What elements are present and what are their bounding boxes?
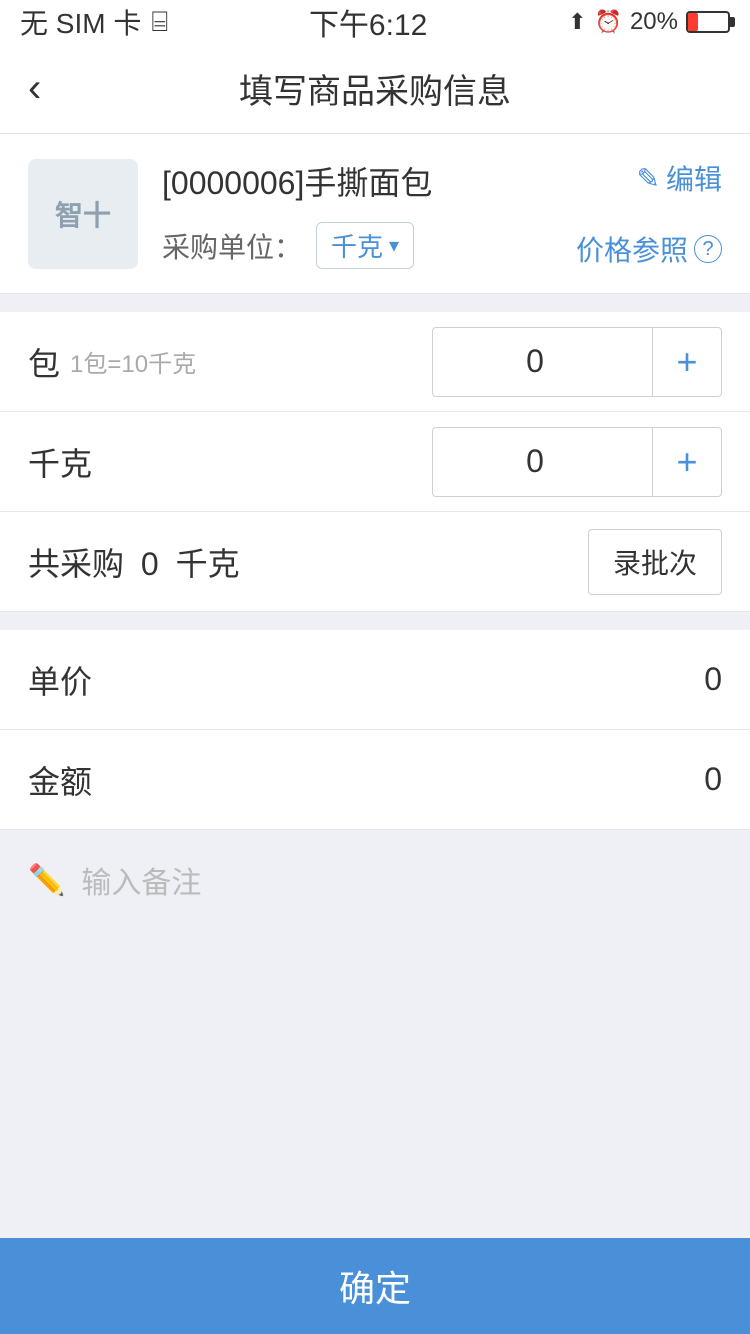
price-reference-button[interactable]: 价格参照 ? — [576, 229, 722, 269]
package-label: 包 — [28, 339, 60, 385]
total-prefix: 共采购 — [28, 546, 124, 582]
kg-row: 千克 + — [0, 412, 750, 512]
nav-bar: ‹ 填写商品采购信息 — [0, 44, 750, 134]
total-amount: 0 — [141, 546, 159, 582]
confirm-button[interactable]: 确定 — [339, 1260, 411, 1312]
package-plus-button[interactable]: + — [652, 327, 722, 397]
price-ref-help-icon: ? — [694, 235, 722, 263]
divider-2 — [0, 612, 750, 630]
notes-placeholder: 输入备注 — [81, 858, 201, 902]
pencil-icon: ✏️ — [28, 863, 65, 898]
alarm-icon: ⏰ — [595, 9, 622, 35]
package-section: 包 1包=10千克 + 千克 + — [0, 312, 750, 512]
status-bar: 无 SIM 卡 ⌸ 下午6:12 ⬆ ⏰ 20% — [0, 0, 750, 44]
total-row: 共采购 0 千克 录批次 — [0, 512, 750, 612]
carrier-text: 无 SIM 卡 — [20, 2, 141, 42]
wifi-icon: ⌸ — [151, 6, 168, 39]
package-row: 包 1包=10千克 + — [0, 312, 750, 412]
info-section: 单价 0 金额 0 — [0, 630, 750, 830]
price-row: 单价 0 — [0, 630, 750, 730]
unit-value: 千克 — [331, 227, 383, 264]
battery-fill — [688, 13, 698, 31]
status-right: ⬆ ⏰ 20% — [568, 8, 730, 36]
battery-percent: 20% — [630, 8, 678, 36]
location-icon: ⬆ — [568, 9, 586, 35]
amount-row: 金额 0 — [0, 730, 750, 830]
package-input[interactable] — [432, 327, 652, 397]
product-card: 智十 [0000006]手撕面包 采购单位： 千克 ▾ ✎ 编辑 价格参照 ? — [0, 134, 750, 294]
amount-value: 0 — [704, 761, 722, 798]
package-sublabel: 1包=10千克 — [70, 344, 432, 379]
confirm-footer[interactable]: 确定 — [0, 1238, 750, 1334]
back-button[interactable]: ‹ — [28, 66, 41, 111]
edit-icon: ✎ — [637, 162, 660, 195]
total-suffix: 千克 — [176, 546, 240, 582]
package-input-wrap: + — [432, 327, 722, 397]
price-label: 单价 — [28, 657, 704, 703]
edit-button[interactable]: ✎ 编辑 — [637, 158, 722, 198]
amount-label: 金额 — [28, 757, 704, 803]
kg-input[interactable] — [432, 427, 652, 497]
page-title: 填写商品采购信息 — [239, 64, 511, 113]
unit-label: 采购单位： — [162, 226, 302, 266]
divider-1 — [0, 294, 750, 312]
unit-select-arrow-icon: ▾ — [389, 233, 399, 258]
price-value: 0 — [704, 661, 722, 698]
kg-input-wrap: + — [432, 427, 722, 497]
price-ref-label: 价格参照 — [576, 229, 688, 269]
kg-label: 千克 — [28, 439, 92, 485]
product-image: 智十 — [28, 159, 138, 269]
notes-section[interactable]: ✏️ 输入备注 — [0, 830, 750, 930]
edit-label: 编辑 — [666, 158, 722, 198]
status-time: 下午6:12 — [309, 0, 427, 44]
batch-button[interactable]: 录批次 — [588, 529, 722, 595]
unit-select[interactable]: 千克 ▾ — [316, 222, 414, 269]
kg-plus-button[interactable]: + — [652, 427, 722, 497]
product-image-text: 智十 — [55, 194, 111, 234]
status-left: 无 SIM 卡 ⌸ — [20, 2, 168, 42]
total-text: 共采购 0 千克 — [28, 539, 588, 585]
battery-icon — [686, 11, 730, 33]
